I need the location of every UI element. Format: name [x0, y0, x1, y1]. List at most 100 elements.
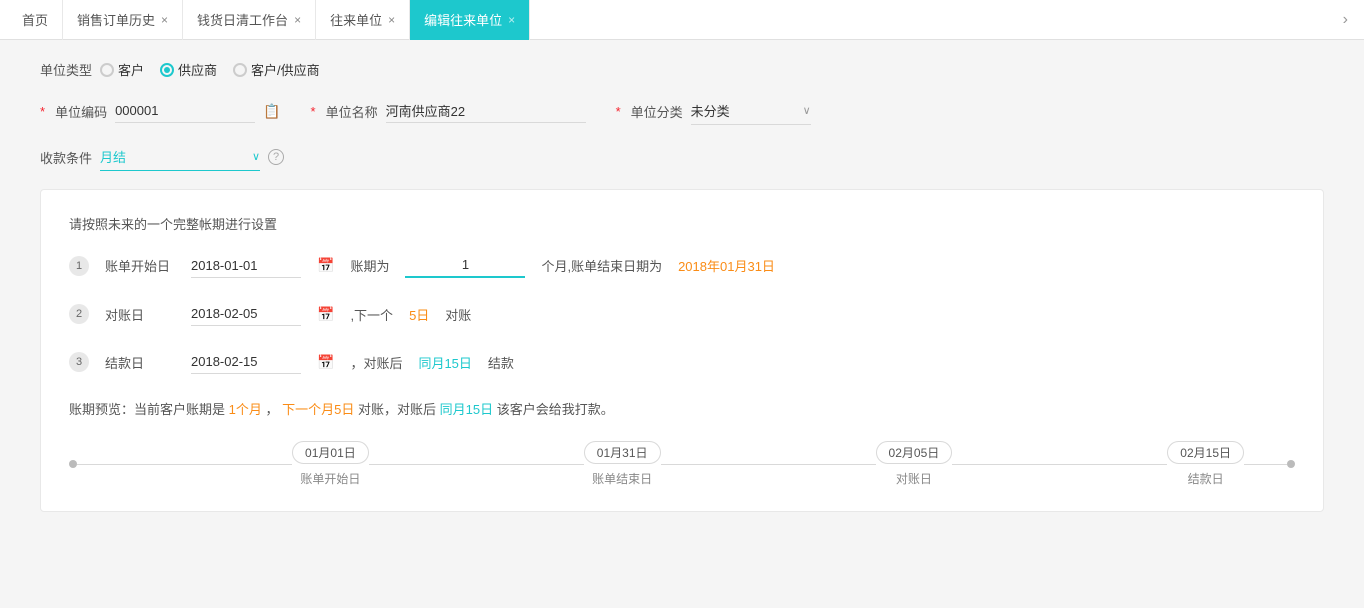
- unit-category-label: 单位分类: [631, 102, 683, 121]
- row-label-2: 对账日: [105, 305, 175, 324]
- unit-category-select[interactable]: 未分类 ∨: [691, 97, 811, 125]
- timeline-label-0: 账单开始日: [300, 470, 360, 487]
- preview-sep2: 对账，对账后: [358, 402, 436, 417]
- timeline-label-2: 对账日: [896, 470, 932, 487]
- payment-select[interactable]: 月结 ∨: [100, 143, 260, 171]
- help-icon[interactable]: ?: [268, 149, 284, 165]
- radio-both-label: 客户/供应商: [251, 60, 320, 79]
- radio-customer-label: 客户: [118, 60, 144, 79]
- unit-category-star: *: [616, 104, 621, 119]
- date-input-1[interactable]: [191, 254, 301, 278]
- timeline-label-1: 账单结束日: [592, 470, 652, 487]
- timeline-point-1: 01月31日 账单结束日: [584, 441, 661, 487]
- timeline-seg-2: [661, 464, 876, 465]
- payment-label: 收款条件: [40, 148, 92, 167]
- row-suffix-1b: 个月,账单结束日期为: [541, 256, 662, 275]
- timeline-bubble-0: 01月01日: [292, 441, 369, 464]
- chevron-down-icon: ∨: [803, 104, 811, 117]
- tab-home-label: 首页: [22, 10, 48, 29]
- tab-edit-close-icon[interactable]: ×: [508, 13, 515, 27]
- unit-code-input[interactable]: [115, 99, 255, 123]
- radio-customer[interactable]: 客户: [100, 60, 144, 79]
- unit-type-group: 单位类型 客户 供应商 客户/供应商: [40, 60, 320, 79]
- unit-code-label: 单位编码: [55, 102, 107, 121]
- date-input-2[interactable]: [191, 302, 301, 326]
- radio-both-circle: [233, 63, 247, 77]
- unit-name-star: *: [311, 104, 316, 119]
- row-num-2: 2: [69, 304, 89, 324]
- timeline-bubble-3: 02月15日: [1167, 441, 1244, 464]
- preview-p1: 1个月: [229, 402, 262, 417]
- radio-supplier-label: 供应商: [178, 60, 217, 79]
- timeline-seg-3: [952, 464, 1167, 465]
- radio-both[interactable]: 客户/供应商: [233, 60, 320, 79]
- period-value-input[interactable]: [405, 253, 525, 278]
- unit-category-group: * 单位分类 未分类 ∨: [616, 97, 811, 125]
- preview-p3: 同月15日: [440, 402, 493, 417]
- payment-value: 月结: [100, 147, 252, 166]
- tab-scroll-right[interactable]: ›: [1335, 11, 1356, 29]
- radio-supplier[interactable]: 供应商: [160, 60, 217, 79]
- row-suffix-1a: 账期为: [350, 256, 389, 275]
- tab-cash-work[interactable]: 钱货日清工作台 ×: [183, 0, 316, 40]
- payment-row: 收款条件 月结 ∨ ?: [40, 143, 1324, 171]
- preview-sep1: ，: [266, 402, 279, 417]
- tab-partner-label: 往来单位: [330, 10, 382, 29]
- row-label-3: 结款日: [105, 353, 175, 372]
- timeline-bubble-2: 02月05日: [876, 441, 953, 464]
- period-row-3: 3 结款日 📅 ，对账后 同月15日 结款: [69, 350, 1295, 374]
- preview-sep3: 该客户会给我打款。: [497, 402, 614, 417]
- unit-code-group: * 单位编码 📋: [40, 99, 281, 123]
- tab-partner-units[interactable]: 往来单位 ×: [316, 0, 410, 40]
- calendar-icon-2[interactable]: 📅: [317, 306, 334, 323]
- tab-cash-label: 钱货日清工作台: [197, 10, 288, 29]
- row-highlight-2: 5日: [409, 305, 429, 324]
- tab-partner-close-icon[interactable]: ×: [388, 13, 395, 27]
- preview-text: 账期预览：当前客户账期是 1个月 ， 下一个月5日 对账，对账后 同月15日 该…: [69, 398, 1295, 421]
- unit-name-group: * 单位名称: [311, 99, 586, 123]
- timeline-point-2: 02月05日 对账日: [876, 441, 953, 487]
- row-num-1: 1: [69, 256, 89, 276]
- period-card: 请按照未来的一个完整帐期进行设置 1 账单开始日 📅 账期为 个月,账单结束日期…: [40, 189, 1324, 512]
- row-num-3: 3: [69, 352, 89, 372]
- timeline-start-dot: [69, 460, 77, 468]
- timeline-seg-4: [1244, 464, 1287, 465]
- tab-edit-partner[interactable]: 编辑往来单位 ×: [410, 0, 530, 40]
- main-content: 单位类型 客户 供应商 客户/供应商 * 单位编码: [0, 40, 1364, 608]
- timeline: 01月01日 账单开始日 01月31日 账单结束日 02月05日 对账日 02月…: [69, 441, 1295, 487]
- timeline-seg-0: [77, 464, 292, 465]
- payment-group: 收款条件 月结 ∨ ?: [40, 143, 284, 171]
- tab-sales-label: 销售订单历史: [77, 10, 155, 29]
- calendar-icon-1[interactable]: 📅: [317, 257, 334, 274]
- timeline-bubble-1: 01月31日: [584, 441, 661, 464]
- tab-edit-label: 编辑往来单位: [424, 10, 502, 29]
- row-label-1: 账单开始日: [105, 256, 175, 275]
- tab-cash-close-icon[interactable]: ×: [294, 13, 301, 27]
- period-row-2: 2 对账日 📅 ,下一个 5日 对账: [69, 302, 1295, 326]
- timeline-label-3: 结款日: [1188, 470, 1224, 487]
- radio-customer-circle: [100, 63, 114, 77]
- unit-info-row: * 单位编码 📋 * 单位名称 * 单位分类 未分类 ∨: [40, 97, 1324, 125]
- calendar-icon-3[interactable]: 📅: [317, 354, 334, 371]
- preview-p2: 下一个月5日: [282, 402, 354, 417]
- timeline-end-dot: [1287, 460, 1295, 468]
- unit-type-radio-group: 客户 供应商 客户/供应商: [100, 60, 320, 79]
- payment-chevron-icon: ∨: [252, 150, 260, 163]
- unit-category-value: 未分类: [691, 101, 799, 120]
- tab-bar: 首页 销售订单历史 × 钱货日清工作台 × 往来单位 × 编辑往来单位 × ›: [0, 0, 1364, 40]
- row-suffix-3a: ，对账后: [350, 353, 402, 372]
- card-title: 请按照未来的一个完整帐期进行设置: [69, 214, 1295, 233]
- row-highlight-3: 同月15日: [418, 353, 471, 372]
- row-highlight-1: 2018年01月31日: [678, 256, 775, 275]
- radio-supplier-circle: [160, 63, 174, 77]
- tab-home[interactable]: 首页: [8, 0, 63, 40]
- tab-sales-order-history[interactable]: 销售订单历史 ×: [63, 0, 183, 40]
- timeline-point-3: 02月15日 结款日: [1167, 441, 1244, 487]
- unit-code-icon[interactable]: 📋: [263, 103, 280, 120]
- tab-sales-close-icon[interactable]: ×: [161, 13, 168, 27]
- unit-name-input[interactable]: [386, 99, 586, 123]
- preview-label: 账期预览：当前客户账期是: [69, 402, 225, 417]
- date-input-3[interactable]: [191, 350, 301, 374]
- unit-type-label: 单位类型: [40, 60, 92, 79]
- unit-name-label: 单位名称: [326, 102, 378, 121]
